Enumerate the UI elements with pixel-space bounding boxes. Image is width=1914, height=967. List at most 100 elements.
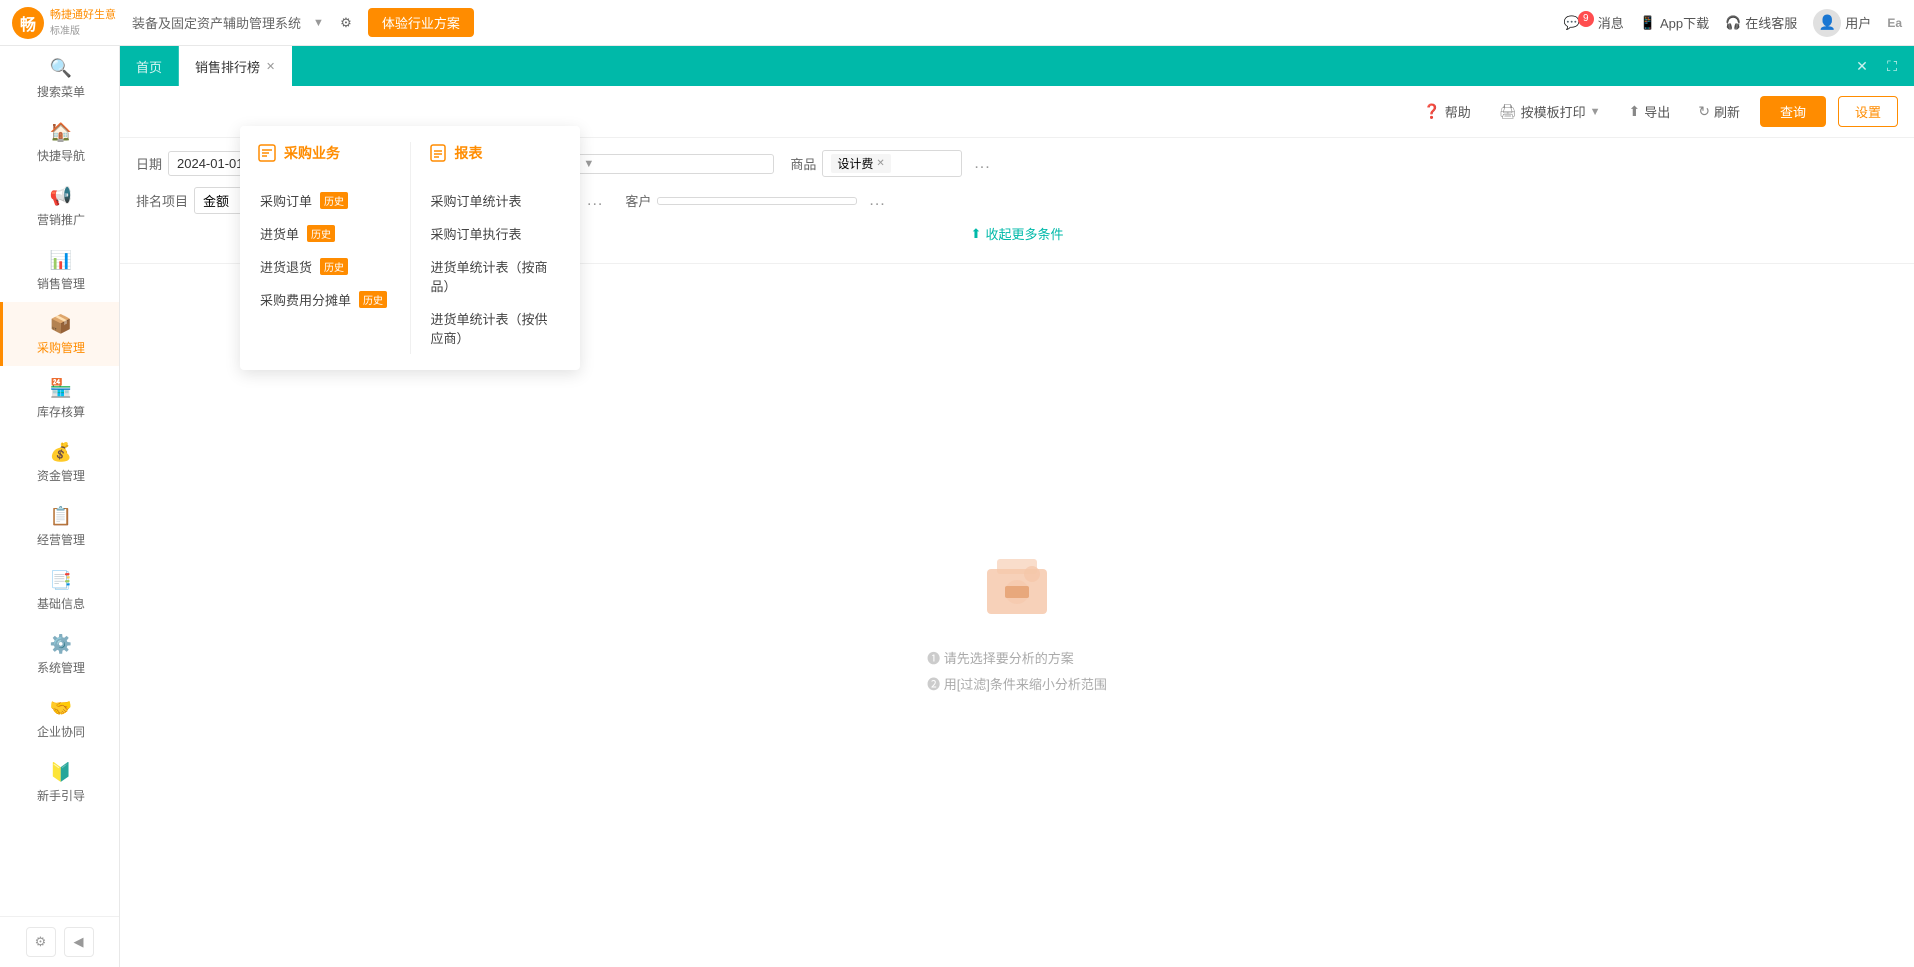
sidebar-item-system[interactable]: ⚙️ 系统管理: [0, 622, 119, 686]
report-col: 报表 采购订单统计表 采购订单执行表 进货单统计表（按商品） 进货单统计表（按供: [410, 142, 581, 354]
goods-tag-close[interactable]: ✕: [876, 158, 884, 169]
sidebar-item-sales[interactable]: 📊 销售管理: [0, 238, 119, 302]
sidebar-item-operations[interactable]: 📋 经营管理: [0, 494, 119, 558]
export-btn[interactable]: ⬆ 导出: [1620, 98, 1678, 125]
logo-area: 畅 畅捷通好生意 标准版: [12, 7, 132, 39]
menu-stock-return[interactable]: 进货退货 历史: [256, 250, 394, 283]
ea-text: Ea: [1887, 16, 1902, 30]
sidebar-settings-btn[interactable]: ⚙: [26, 927, 56, 957]
gear-icon: ⚙️: [50, 634, 72, 655]
tab-home[interactable]: 首页: [120, 46, 179, 86]
user-action[interactable]: 👤 用户: [1813, 9, 1871, 37]
menu-stock-stat-goods[interactable]: 进货单统计表（按商品）: [427, 250, 565, 302]
system-dropdown-arrow[interactable]: ▼: [313, 17, 324, 29]
menu-stock-in[interactable]: 进货单 历史: [256, 217, 394, 250]
help-icon: ❓: [1423, 103, 1440, 120]
menu-purchase-cost[interactable]: 采购费用分摊单 历史: [256, 283, 394, 316]
system-title: 装备及固定资产辅助管理系统: [132, 13, 301, 32]
purchase-stat-label: 采购订单统计表: [431, 191, 522, 210]
sidebar-label-sales: 销售管理: [37, 275, 85, 292]
sidebar-item-finance[interactable]: 💰 资金管理: [0, 430, 119, 494]
tab-home-label: 首页: [136, 57, 162, 76]
stock-stat-goods-label: 进货单统计表（按商品）: [431, 257, 561, 295]
tab-rank[interactable]: 销售排行榜 ✕: [179, 46, 292, 86]
refresh-btn[interactable]: ↻ 刷新: [1690, 98, 1748, 125]
message-label: 消息: [1598, 13, 1624, 32]
stock-return-label: 进货退货: [260, 257, 312, 276]
export-label: 导出: [1644, 102, 1670, 121]
service-label: 在线客服: [1745, 13, 1797, 32]
box-icon: 📦: [50, 314, 72, 335]
service-action[interactable]: 🎧 在线客服: [1725, 13, 1797, 32]
sidebar-item-purchase[interactable]: 📦 采购管理: [0, 302, 119, 366]
menu-stock-stat-supplier[interactable]: 进货单统计表（按供应商）: [427, 302, 565, 354]
industry-btn[interactable]: 体验行业方案: [368, 8, 474, 37]
tab-rank-label: 销售排行榜: [195, 57, 260, 76]
help-btn[interactable]: ❓ 帮助: [1415, 98, 1478, 125]
logo-text: 畅捷通好生意: [50, 8, 116, 22]
sidebar-item-guide[interactable]: 🔰 新手引导: [0, 750, 119, 814]
tab-close-all-btn[interactable]: ✕: [1848, 52, 1876, 80]
main-area: 首页 销售排行榜 ✕ ✕ ⛶ ❓ 帮助: [120, 46, 1914, 967]
tabs-bar: 首页 销售排行榜 ✕ ✕ ⛶: [120, 46, 1914, 86]
menu-purchase-stat[interactable]: 采购订单统计表: [427, 184, 565, 217]
app-action[interactable]: 📱 App下载: [1640, 13, 1709, 32]
purchase-order-history: 历史: [320, 192, 348, 209]
sidebar-collapse-btn[interactable]: ◀: [64, 927, 94, 957]
sidebar-label-search: 搜索菜单: [37, 83, 85, 100]
refresh-icon: ↻: [1698, 103, 1710, 120]
print-btn[interactable]: 🖨 按模板打印 ▼: [1491, 98, 1609, 125]
stock-in-label: 进货单: [260, 224, 299, 243]
sidebar-item-basicinfo[interactable]: 📑 基础信息: [0, 558, 119, 622]
stock-return-history: 历史: [320, 258, 348, 275]
empty-tips: 请先选择要分析的方案 用[过滤]条件来缩小分析范围: [927, 646, 1107, 698]
top-nav-right: 💬 9 消息 📱 App下载 🎧 在线客服 👤 用户 Ea: [1564, 9, 1902, 37]
sidebar-item-quicknav[interactable]: 🏠 快捷导航: [0, 110, 119, 174]
query-button[interactable]: 查询: [1760, 96, 1826, 127]
salesman-dots[interactable]: ...: [581, 190, 609, 212]
sidebar-label-marketing: 营销推广: [37, 211, 85, 228]
tab-rank-close[interactable]: ✕: [266, 60, 275, 73]
menu-purchase-exec[interactable]: 采购订单执行表: [427, 217, 565, 250]
set-button[interactable]: 设置: [1838, 96, 1898, 127]
purchase-section-title: 采购业务: [256, 142, 394, 172]
chart-icon: 📊: [50, 250, 72, 271]
rank-label: 排名项目: [136, 191, 188, 210]
purchase-cost-label: 采购费用分摊单: [260, 290, 351, 309]
dropdown-menu: 采购业务 采购订单 历史 进货单 历史 进货退货 历史: [240, 126, 580, 370]
sidebar-label-guide: 新手引导: [37, 787, 85, 804]
print-label: 按模板打印: [1521, 102, 1586, 121]
print-icon: 🖨: [1499, 103, 1517, 120]
goods-dots[interactable]: ...: [968, 153, 996, 175]
megaphone-icon: 📢: [50, 186, 72, 207]
report-title-text: 报表: [455, 143, 483, 163]
sidebar-item-search[interactable]: 🔍 搜索菜单: [0, 46, 119, 110]
sidebar-label-enterprise: 企业协同: [37, 723, 85, 740]
report-section-title: 报表: [427, 142, 565, 172]
logo-sub: 标准版: [50, 22, 116, 37]
customer-select[interactable]: [657, 197, 857, 205]
search-icon: 🔍: [50, 58, 72, 79]
customer-dots[interactable]: ...: [863, 190, 891, 212]
sidebar-label-basicinfo: 基础信息: [37, 595, 85, 612]
sidebar-item-inventory[interactable]: 🏪 库存核算: [0, 366, 119, 430]
refresh-label: 刷新: [1714, 102, 1740, 121]
menu-purchase-order[interactable]: 采购订单 历史: [256, 184, 394, 217]
logo-icon: 畅: [12, 7, 44, 39]
tab-fullscreen-btn[interactable]: ⛶: [1878, 52, 1906, 80]
sidebar-label-system: 系统管理: [37, 659, 85, 676]
goods-select[interactable]: 设计费 ✕: [822, 150, 962, 177]
dropdown-cols: 采购业务 采购订单 历史 进货单 历史 进货退货 历史: [240, 142, 580, 354]
empty-tip-2: 用[过滤]条件来缩小分析范围: [927, 672, 1107, 698]
status-select[interactable]: ▼: [574, 154, 774, 174]
message-action[interactable]: 💬 9 消息: [1564, 13, 1624, 32]
clipboard-icon: 📋: [50, 506, 72, 527]
settings-icon-btn[interactable]: ⚙: [332, 9, 360, 37]
collapse-btn[interactable]: ⬆ 收起更多条件: [971, 224, 1064, 243]
sidebar-item-marketing[interactable]: 📢 营销推广: [0, 174, 119, 238]
print-arrow[interactable]: ▼: [1590, 106, 1601, 118]
empty-tip-1: 请先选择要分析的方案: [927, 646, 1107, 672]
sidebar-item-enterprise[interactable]: 🤝 企业协同: [0, 686, 119, 750]
purchase-title-text: 采购业务: [284, 143, 340, 163]
report-section-icon: [427, 142, 449, 164]
